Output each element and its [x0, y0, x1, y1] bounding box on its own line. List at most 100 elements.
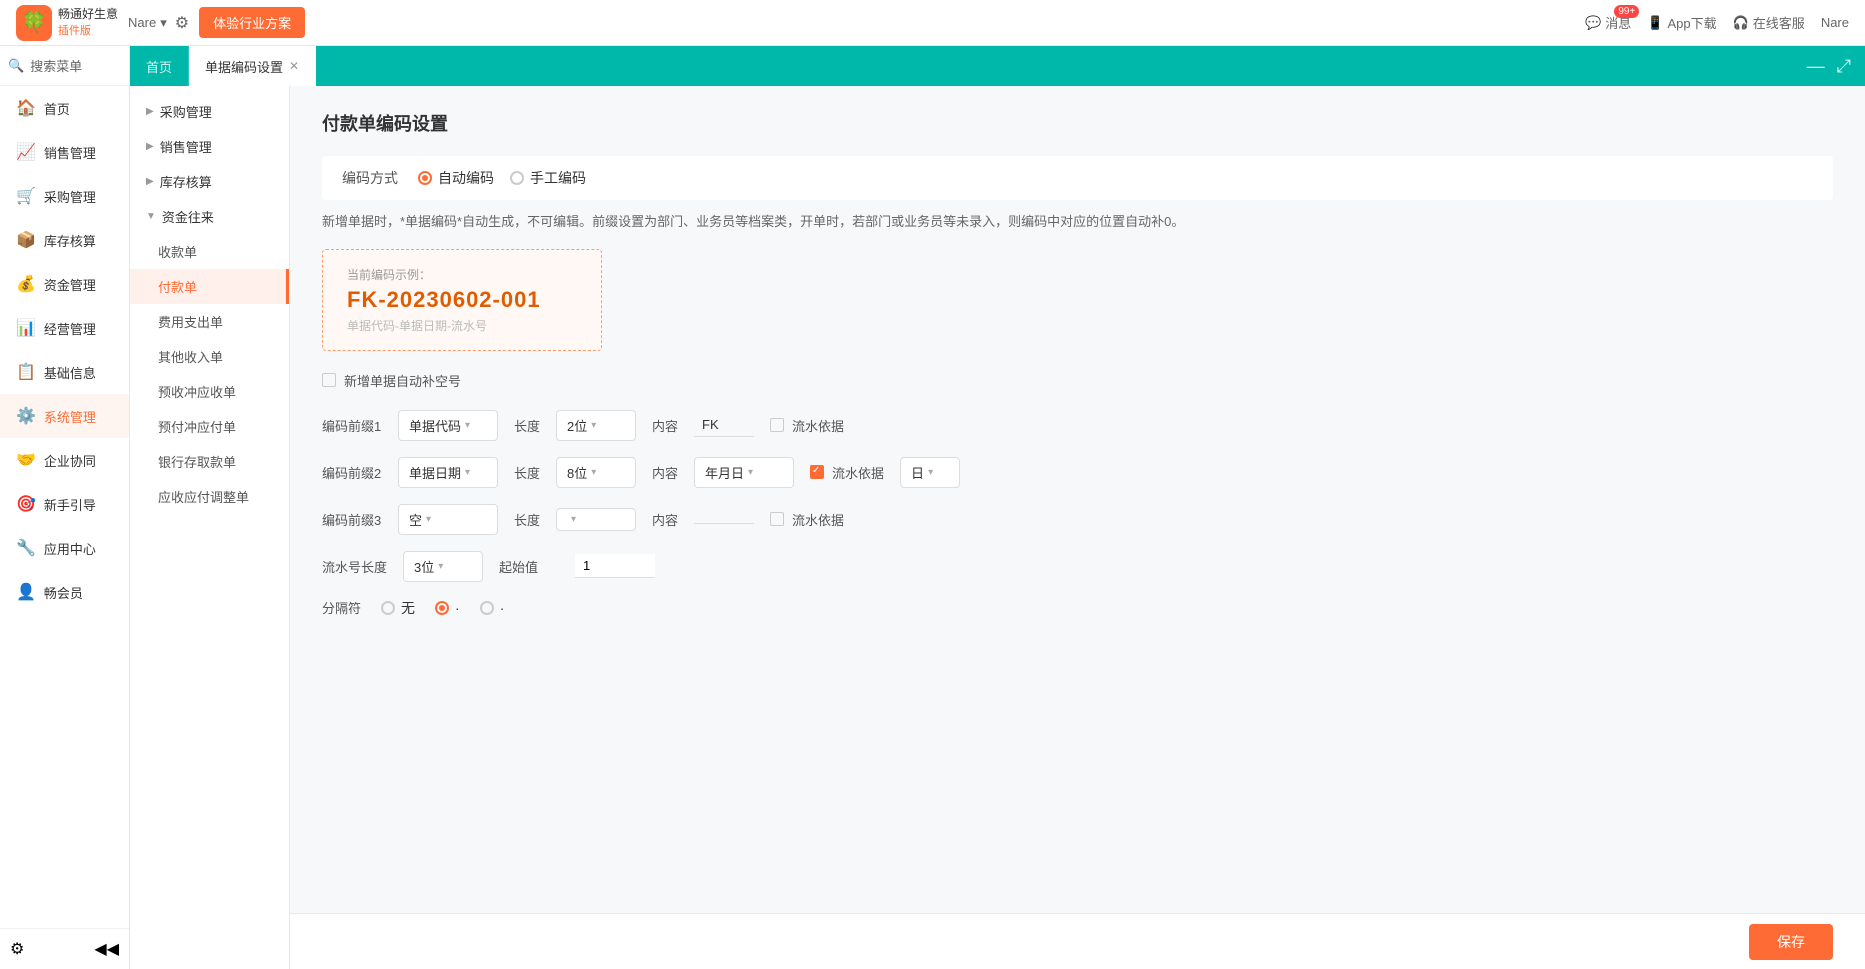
messages-btn[interactable]: 💬 消息 99+: [1585, 13, 1631, 32]
sidebar-item-system[interactable]: ⚙️ 系统管理: [0, 394, 129, 438]
prefix3-select[interactable]: 空 ▾: [398, 504, 498, 535]
prefix2-row: 编码前缀2 单据日期 ▾ 长度 8位 ▾ 内容 年月日: [322, 457, 1833, 488]
nav-item-receipt[interactable]: 收款单: [130, 234, 289, 269]
serial-len-select[interactable]: 3位 ▾: [403, 551, 483, 582]
serial3-checkbox[interactable]: [770, 512, 784, 526]
content3-value: [694, 515, 754, 524]
serial3-label: 流水依据: [792, 510, 844, 529]
prefix2-select[interactable]: 单据日期 ▾: [398, 457, 498, 488]
len3-select[interactable]: ▾: [556, 508, 636, 531]
tab-minimize-icon[interactable]: —: [1801, 56, 1831, 77]
prefix3-arrow-icon: ▾: [426, 514, 431, 525]
serial2-unit-select[interactable]: 日 ▾: [900, 457, 960, 488]
radio-auto-encode[interactable]: 自动编码: [418, 168, 494, 188]
user-avatar[interactable]: Nare: [1821, 15, 1849, 30]
experience-btn[interactable]: 体验行业方案: [199, 7, 305, 38]
nav-item-adjust[interactable]: 应收应付调整单: [130, 479, 289, 514]
nav-item-bank[interactable]: 银行存取款单: [130, 444, 289, 479]
collapse-icon[interactable]: ◀◀: [94, 939, 119, 959]
sep-none-dot: [381, 601, 395, 615]
nav-item-payment[interactable]: 付款单: [130, 269, 289, 304]
serial2-checkbox[interactable]: [810, 465, 824, 479]
preview-code: FK-20230602-001: [347, 287, 577, 313]
serial2-label: 流水依据: [832, 463, 884, 482]
content-area: 首页 单据编码设置 ✕ — ⤢ ▶ 采购管理 ▶ 销售管理: [130, 46, 1865, 969]
nav-dropdown[interactable]: Nare ▾: [128, 15, 167, 31]
prefix1-select[interactable]: 单据代码 ▾: [398, 410, 498, 441]
sidebar-item-basic[interactable]: 📋 基础信息: [0, 350, 129, 394]
sidebar-item-label: 资金管理: [44, 275, 96, 294]
radio-auto-label: 自动编码: [438, 168, 494, 188]
nav-group-sales-label: 销售管理: [160, 137, 212, 156]
prefix1-label: 编码前缀1: [322, 416, 382, 435]
serial3-checkbox-row: 流水依据: [770, 510, 844, 529]
radio-group-encode: 自动编码 手工编码: [418, 168, 586, 188]
len1-label: 长度: [514, 416, 540, 435]
gear-icon[interactable]: ⚙: [175, 13, 189, 33]
sidebar-item-operation[interactable]: 📊 经营管理: [0, 306, 129, 350]
start-input[interactable]: [575, 554, 655, 578]
logo-text-block: 畅通好生意 插件版: [58, 7, 118, 39]
sidebar-item-purchase[interactable]: 🛒 采购管理: [0, 174, 129, 218]
sidebar-item-guide[interactable]: 🎯 新手引导: [0, 482, 129, 526]
nav-item-payment-label: 付款单: [158, 280, 197, 295]
tab-home[interactable]: 首页: [130, 46, 189, 86]
len2-label: 长度: [514, 463, 540, 482]
content1-label: 内容: [652, 416, 678, 435]
sep-dot-radio[interactable]: ·: [480, 600, 505, 616]
nav-item-expense[interactable]: 费用支出单: [130, 304, 289, 339]
sidebar-item-label: 畅会员: [44, 583, 83, 602]
sidebar-item-member[interactable]: 👤 畅会员: [0, 570, 129, 614]
tab-expand-icon[interactable]: ⤢: [1831, 56, 1857, 77]
online-service-btn[interactable]: 🎧 在线客服: [1733, 13, 1805, 32]
tab-encode-settings[interactable]: 单据编码设置 ✕: [189, 46, 316, 86]
nav-group-sales[interactable]: ▶ 销售管理: [130, 129, 289, 164]
len2-arrow-icon: ▾: [591, 467, 596, 478]
sidebar-item-apps[interactable]: 🔧 应用中心: [0, 526, 129, 570]
content2-value: 年月日: [705, 463, 744, 482]
left-nav: ▶ 采购管理 ▶ 销售管理 ▶ 库存核算 ▼ 资金往来 收款单: [130, 86, 290, 969]
nav-item-pre-payment-label: 预付冲应付单: [158, 420, 236, 435]
inventory-icon: 📦: [16, 230, 36, 250]
chevron-right-icon: ▶: [146, 106, 154, 117]
radio-manual-encode[interactable]: 手工编码: [510, 168, 586, 188]
sidebar-search[interactable]: 🔍 搜索菜单: [0, 46, 129, 86]
sep-dash-radio[interactable]: ·: [435, 600, 460, 616]
serial1-checkbox[interactable]: [770, 418, 784, 432]
nav-item-pre-payment[interactable]: 预付冲应付单: [130, 409, 289, 444]
tab-close-icon[interactable]: ✕: [289, 59, 299, 73]
sidebar-item-finance[interactable]: 💰 资金管理: [0, 262, 129, 306]
app-download-btn[interactable]: 📱 App下载: [1647, 13, 1716, 32]
nav-group-inventory[interactable]: ▶ 库存核算: [130, 164, 289, 199]
sidebar-item-inventory[interactable]: 📦 库存核算: [0, 218, 129, 262]
save-button[interactable]: 保存: [1749, 924, 1833, 960]
sidebar: 🔍 搜索菜单 🏠 首页 📈 销售管理 🛒 采购管理 📦 库存核算 💰 资金管理 …: [0, 46, 130, 969]
nav-group-capital[interactable]: ▼ 资金往来: [130, 199, 289, 234]
nav-item-pre-receipt-label: 预收冲应收单: [158, 385, 236, 400]
sidebar-item-label: 采购管理: [44, 187, 96, 206]
nav-group-purchase[interactable]: ▶ 采购管理: [130, 94, 289, 129]
nav-item-other-income[interactable]: 其他收入单: [130, 339, 289, 374]
purchase-icon: 🛒: [16, 186, 36, 206]
nav-group-purchase-label: 采购管理: [160, 102, 212, 121]
sales-icon: 📈: [16, 142, 36, 162]
auto-fill-checkbox[interactable]: [322, 373, 336, 387]
prefix3-value: 空: [409, 510, 422, 529]
settings-icon[interactable]: ⚙: [10, 939, 24, 959]
nav-item-receipt-label: 收款单: [158, 245, 197, 260]
sep-none-radio[interactable]: 无: [381, 598, 415, 618]
message-icon: 💬: [1585, 15, 1601, 31]
nav-item-pre-receipt[interactable]: 预收冲应收单: [130, 374, 289, 409]
len3-label: 长度: [514, 510, 540, 529]
sidebar-item-sales[interactable]: 📈 销售管理: [0, 130, 129, 174]
len2-select[interactable]: 8位 ▾: [556, 457, 636, 488]
serial2-unit-arrow-icon: ▾: [928, 467, 933, 478]
len1-select[interactable]: 2位 ▾: [556, 410, 636, 441]
sidebar-item-home[interactable]: 🏠 首页: [0, 86, 129, 130]
radio-manual-label: 手工编码: [530, 168, 586, 188]
tab-encode-settings-label: 单据编码设置: [205, 57, 283, 76]
sidebar-item-enterprise[interactable]: 🤝 企业协同: [0, 438, 129, 482]
content2-select[interactable]: 年月日 ▾: [694, 457, 794, 488]
content2-label: 内容: [652, 463, 678, 482]
app-download-label: App下载: [1667, 13, 1716, 32]
